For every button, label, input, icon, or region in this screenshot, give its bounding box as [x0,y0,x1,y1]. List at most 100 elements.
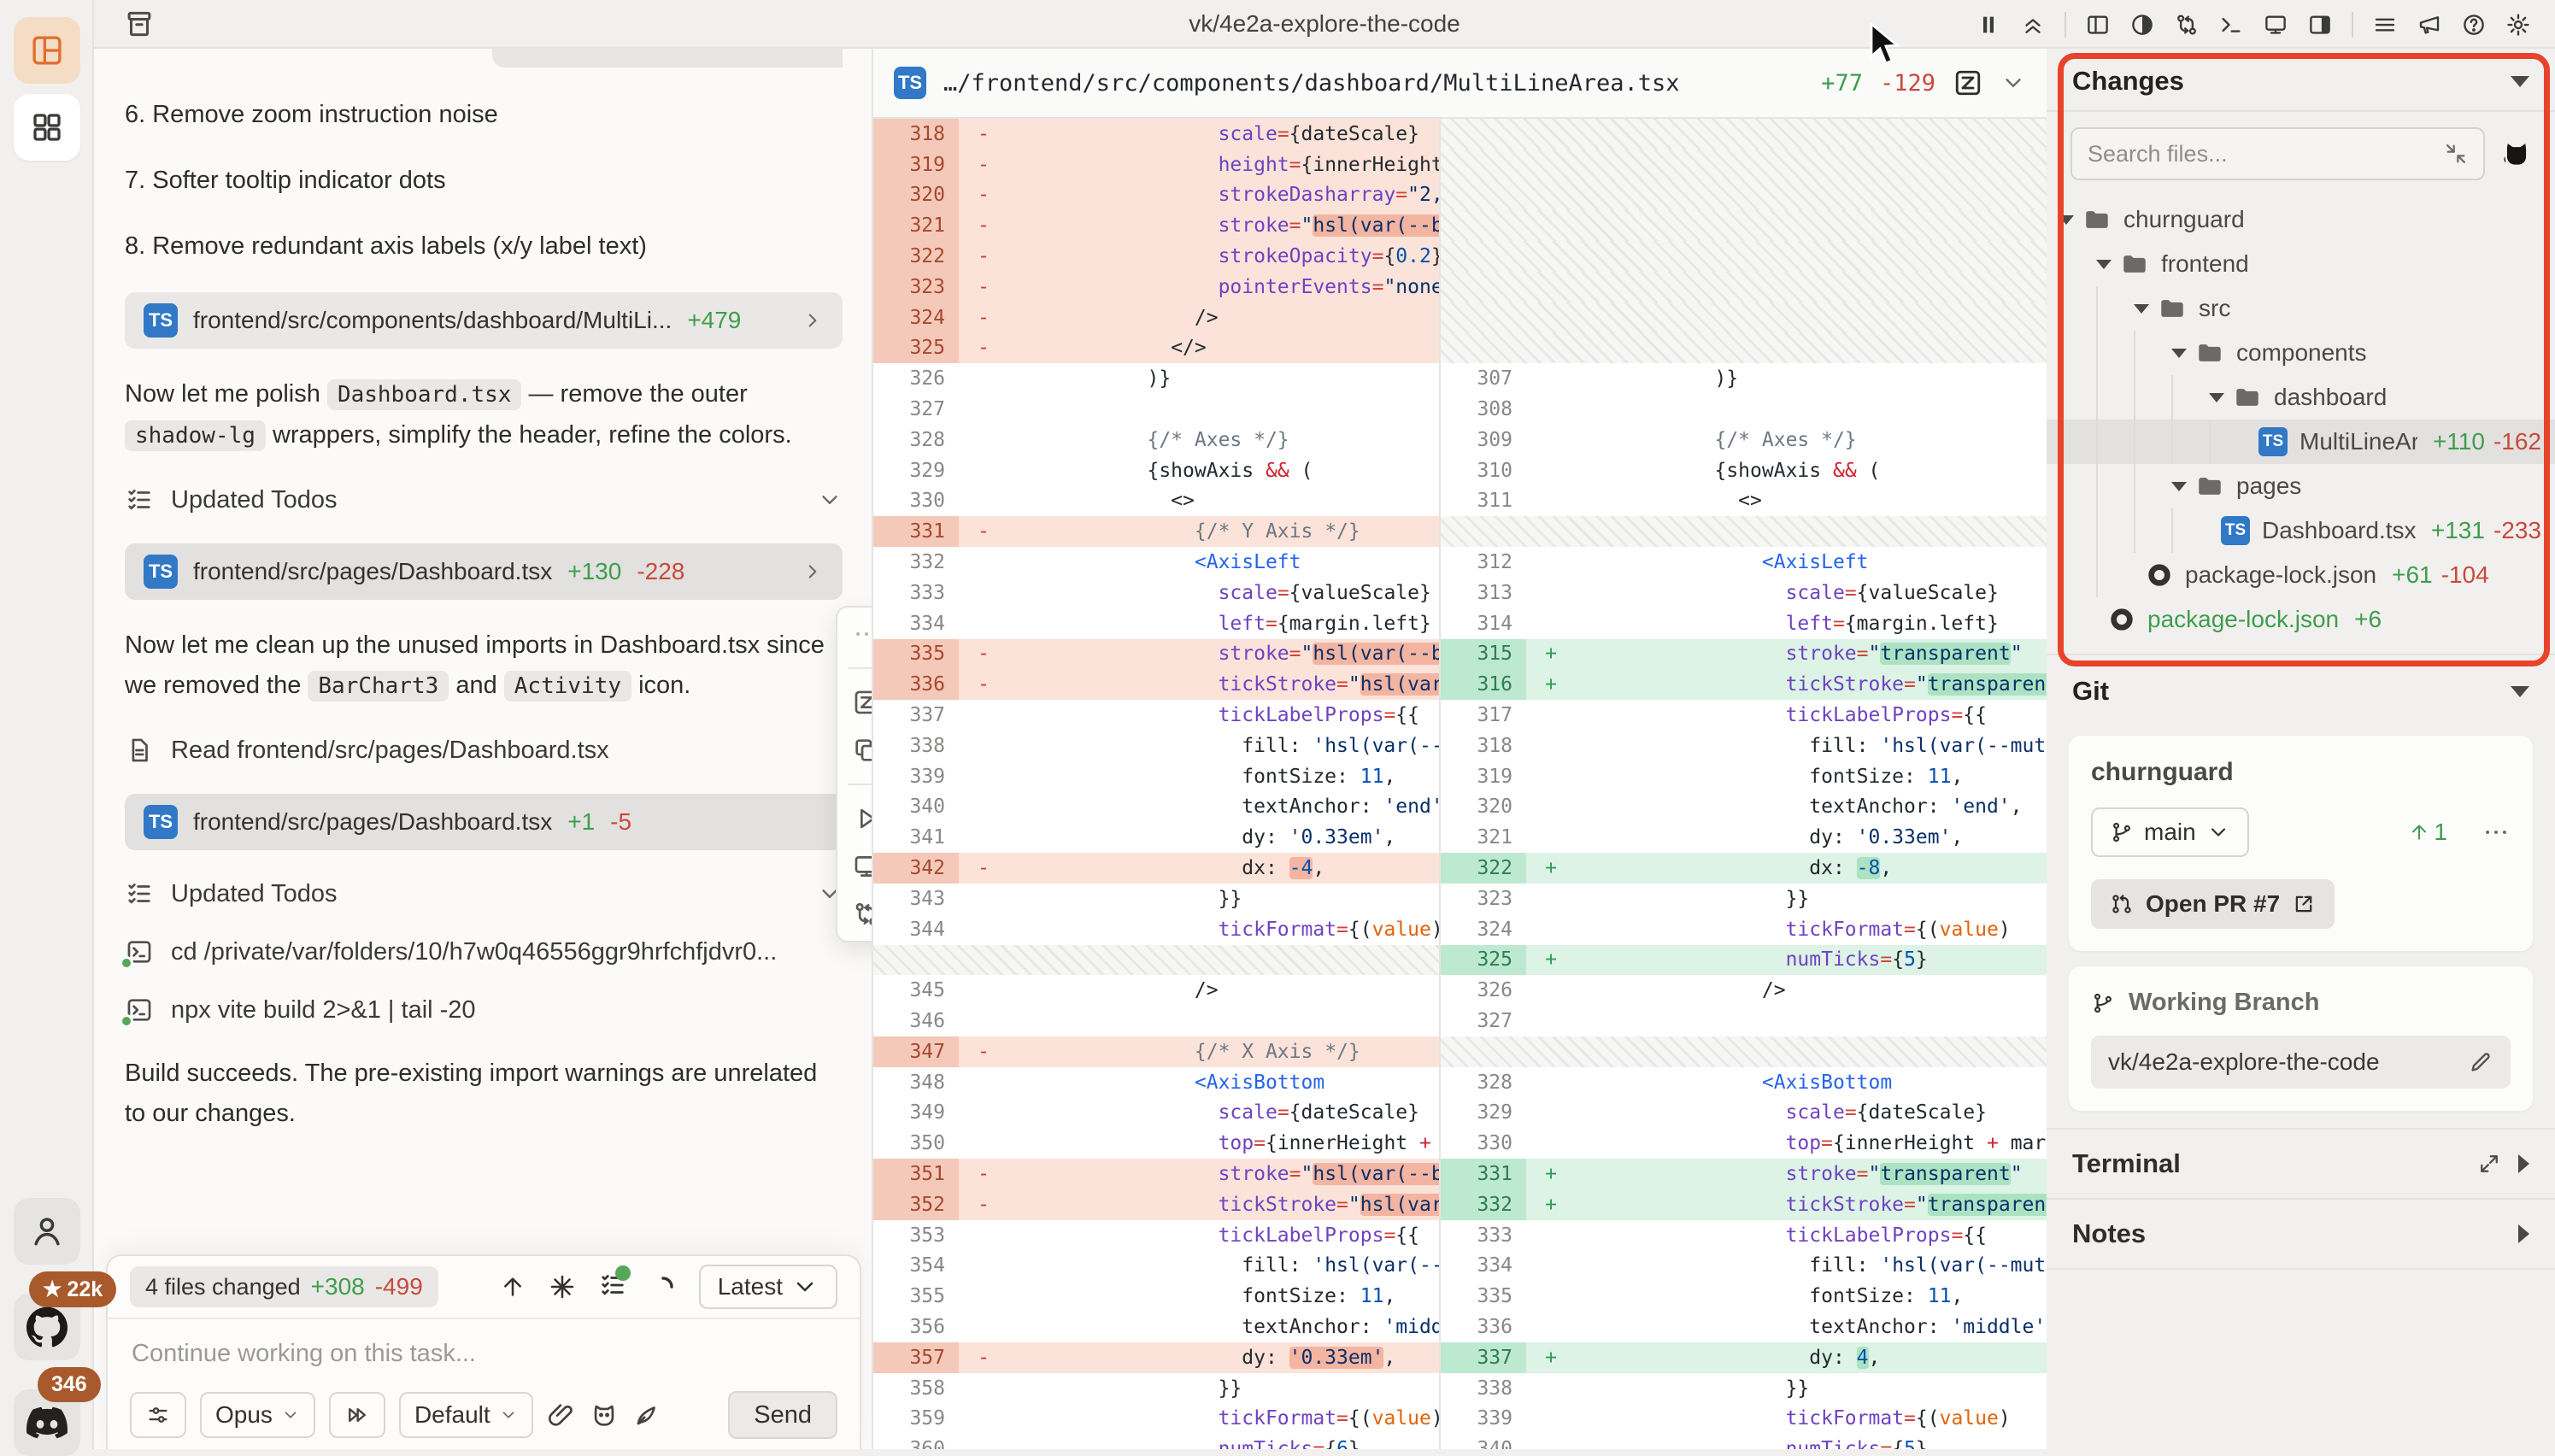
menu-icon[interactable] [2372,12,2398,38]
file-deletions: -233 [2493,517,2541,544]
person-icon [28,1212,66,1250]
tree-folder-components[interactable]: components [2047,331,2555,375]
caret-down-icon [2511,76,2529,87]
mode-dropdown[interactable]: Default [399,1392,533,1438]
more-options-icon[interactable] [852,619,873,649]
tree-folder-churnguard[interactable]: churnguard [2047,197,2555,242]
diff-line: 348 <AxisBottom [873,1067,1439,1098]
diff-line: 345 /> [873,975,1439,1006]
checklist-icon [125,485,154,514]
diff-line: 328 {/* Axes */} [873,425,1439,455]
diff-view-toggle-icon[interactable] [1953,68,1983,98]
pen-icon[interactable] [632,1400,661,1430]
diff-line: 320 textAnchor: 'end', [1441,792,2047,823]
diff-pane-old[interactable]: 318- scale={dateScale}319- height={inner… [873,119,1441,1449]
tree-file-Dashboard.tsx[interactable]: TSDashboard.tsx+131-233 [2047,508,2555,553]
monitor-icon[interactable] [852,852,873,881]
monitor-icon[interactable] [2263,12,2288,38]
diff-line: 320- strokeDasharray="2,4" [873,180,1439,211]
copy-icon[interactable] [852,736,873,765]
file-name: package-lock.json [2147,606,2339,633]
base-branch-dropdown[interactable]: main [2091,807,2249,857]
assistant-text: Now let me clean up the unused imports i… [125,625,843,707]
chevron-right-icon [802,561,824,583]
diff-line: 326 /> [1441,975,2047,1006]
diff-line: 317 tickLabelProps={{ [1441,700,2047,731]
sidebar-right-icon[interactable] [2307,12,2333,38]
collapse-tree-icon[interactable] [2444,142,2468,166]
divider [2352,12,2353,38]
send-button[interactable]: Send [728,1391,837,1439]
attach-icon[interactable] [547,1400,576,1430]
file-change-chip[interactable]: TS frontend/src/components/dashboard/Mul… [125,292,843,349]
diff-line: 315+ stroke="transparent" [1441,639,2047,670]
expand-icon[interactable] [2477,1152,2501,1176]
file-change-chip[interactable]: TS frontend/src/pages/Dashboard.tsx +1 -… [125,794,843,850]
diff-line: 342- dx: -4, [873,853,1439,884]
search-files-input[interactable]: Search files... [2070,127,2485,180]
collapse-icon[interactable] [2020,12,2046,38]
collapse-file-icon[interactable] [2000,70,2026,96]
repo-more-icon[interactable] [2482,818,2511,847]
files-changed-pill[interactable]: 4 files changed +308 -499 [130,1266,438,1307]
tree-folder-src[interactable]: src [2047,286,2555,331]
terminal-command-row[interactable]: npx vite build 2>&1 | tail -20 [125,995,843,1024]
git-compare-icon[interactable] [852,900,873,929]
notes-title: Notes [2072,1218,2146,1249]
sparkle-icon[interactable] [549,1273,576,1300]
cat-icon[interactable] [590,1400,619,1430]
message-input[interactable]: Continue working on this task... [108,1319,860,1377]
edit-diff-icon[interactable] [852,688,873,717]
diff-line: 324 tickFormat={(value) [1441,914,2047,945]
layout-icon[interactable] [2085,12,2111,38]
help-icon[interactable] [2461,12,2487,38]
composer-settings-button[interactable] [130,1392,186,1438]
chip-file-path: frontend/src/pages/Dashboard.tsx [193,558,552,585]
board-view-button[interactable] [14,94,80,161]
tree-folder-frontend[interactable]: frontend [2047,242,2555,286]
caret-down-icon [2171,349,2187,358]
diff-line: 323 }} [1441,884,2047,914]
tree-file-MultiLineArea.tsx[interactable]: TSMultiLineArea.tsx+110-162 [2047,420,2555,464]
contrast-icon[interactable] [2129,12,2155,38]
tree-folder-dashboard[interactable]: dashboard [2047,375,2555,420]
tree-file-package-lock.json[interactable]: package-lock.json+6 [2047,597,2555,642]
updated-todos-row[interactable]: Updated Todos [125,879,843,908]
cat-toggle-icon[interactable] [2500,138,2533,170]
git-section-header[interactable]: Git [2047,655,2555,720]
version-dropdown[interactable]: Latest [699,1265,837,1309]
tree-file-package-lock.json[interactable]: package-lock.json+61-104 [2047,553,2555,597]
chat-transcript[interactable]: ··· —6. Remove zoom instruction noise7. … [94,49,872,1254]
run-icon[interactable] [852,804,873,833]
diff-line: 321 dy: '0.33em', [1441,822,2047,853]
account-button[interactable] [14,1198,80,1265]
read-file-row[interactable]: Read frontend/src/pages/Dashboard.tsx [125,736,843,765]
todos-label: Updated Todos [171,880,338,908]
checklist-icon [125,879,154,908]
changes-section-header[interactable]: Changes [2047,49,2555,110]
workspace-layout-button[interactable] [14,17,80,84]
pencil-icon[interactable] [2468,1049,2493,1075]
diff-pane-new[interactable]: 307 )}308309 {/* Axes */}310 {showAxis &… [1441,119,2047,1449]
terminal-section-header[interactable]: Terminal [2047,1128,2555,1198]
updated-todos-row[interactable]: Updated Todos [125,485,843,514]
skip-permissions-button[interactable] [329,1392,385,1438]
model-dropdown[interactable]: Opus [200,1392,315,1438]
notes-section-header[interactable]: Notes [2047,1198,2555,1270]
scroll-up-icon[interactable] [499,1273,526,1300]
diff-line: 334 left={margin.left} [873,608,1439,639]
diff-collapsed-row [1441,516,2047,547]
terminal-command-row[interactable]: cd /private/var/folders/10/h7w0q46556ggr… [125,937,843,966]
diff-line: 354 fill: 'hsl(var(--muted-fg))' [873,1250,1439,1281]
working-branch-input[interactable]: vk/4e2a-explore-the-code [2091,1036,2511,1089]
pause-icon[interactable] [1976,12,2001,38]
changes-title: Changes [2072,66,2184,97]
file-change-chip[interactable]: TS frontend/src/pages/Dashboard.tsx +130… [125,543,843,600]
git-compare-icon[interactable] [2174,12,2200,38]
tree-folder-pages[interactable]: pages [2047,464,2555,508]
settings-icon[interactable] [2505,12,2531,38]
megaphone-icon[interactable] [2417,12,2442,38]
terminal-icon[interactable] [2218,12,2244,38]
working-branch-label: Working Branch [2129,989,2319,1017]
open-pr-button[interactable]: Open PR #7 [2091,879,2335,929]
